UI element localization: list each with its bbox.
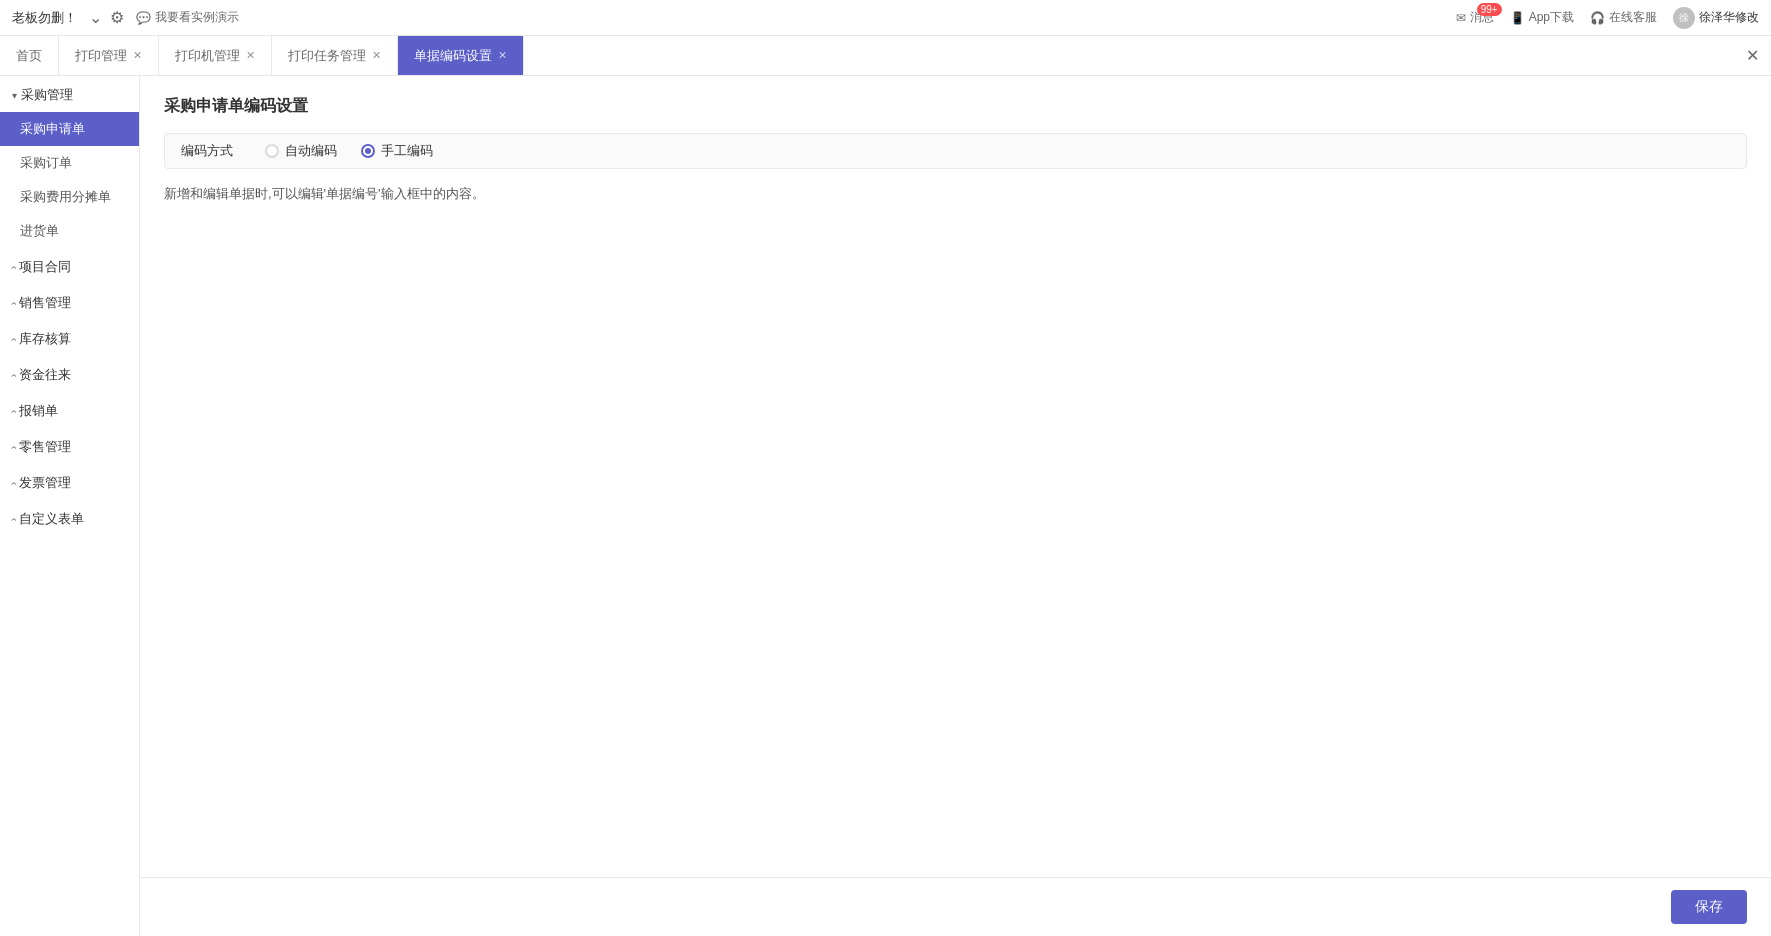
avatar: 徐 — [1673, 7, 1695, 29]
demo-link[interactable]: 💬 我要看实例演示 — [136, 9, 239, 26]
sidebar-group-returns: › 报销单 — [0, 392, 139, 428]
sidebar-group-invoice: › 发票管理 — [0, 464, 139, 500]
sales-arrow-icon: › — [8, 301, 19, 304]
tab-barcode-settings-label: 单据编码设置 — [414, 47, 492, 65]
tab-print-task[interactable]: 打印任务管理 ✕ — [272, 36, 398, 75]
sidebar-group-retail-header[interactable]: › 零售管理 — [0, 428, 139, 464]
tab-print-task-label: 打印任务管理 — [288, 47, 366, 65]
sidebar-group-purchase-label: 采购管理 — [21, 86, 73, 104]
custom-arrow-icon: › — [8, 517, 19, 520]
dropdown-icon[interactable]: ⌄ — [89, 8, 102, 27]
capital-arrow-icon: › — [8, 373, 19, 376]
top-bar-left: 老板勿删！ ⌄ ⚙ 💬 我要看实例演示 — [12, 8, 239, 27]
sidebar-group-project-header[interactable]: › 项目合同 — [0, 248, 139, 284]
user-label: 徐泽华修改 — [1699, 9, 1759, 26]
top-bar: 老板勿删！ ⌄ ⚙ 💬 我要看实例演示 ✉ 消息 99+ 📱 App下载 🎧 在… — [0, 0, 1771, 36]
sidebar-item-stock-in-label: 进货单 — [20, 223, 59, 238]
sidebar-group-retail-label: 零售管理 — [19, 438, 71, 456]
settings-icon[interactable]: ⚙ — [110, 8, 124, 27]
sidebar-item-purchase-expense-label: 采购费用分摊单 — [20, 189, 111, 204]
message-button[interactable]: ✉ 消息 99+ — [1456, 9, 1494, 26]
sidebar-item-purchase-order[interactable]: 采购订单 — [0, 146, 139, 180]
tab-home[interactable]: 首页 — [0, 36, 59, 75]
close-all-tabs-button[interactable]: ✕ — [1734, 46, 1771, 65]
tab-print-task-close[interactable]: ✕ — [372, 49, 381, 62]
sidebar-group-custom: › 自定义表单 — [0, 500, 139, 536]
sidebar-group-custom-label: 自定义表单 — [19, 510, 84, 528]
mobile-icon: 📱 — [1510, 11, 1525, 25]
sidebar-group-returns-header[interactable]: › 报销单 — [0, 392, 139, 428]
app-label: App下载 — [1529, 9, 1574, 26]
sidebar: ▾ 采购管理 采购申请单 采购订单 采购费用分摊单 进货单 › 项目合同 — [0, 76, 140, 936]
sidebar-group-returns-label: 报销单 — [19, 402, 58, 420]
tab-barcode-settings-close[interactable]: ✕ — [498, 49, 507, 62]
sidebar-item-purchase-order-label: 采购订单 — [20, 155, 72, 170]
sidebar-group-sales: › 销售管理 — [0, 284, 139, 320]
encoding-radio-group: 自动编码 手工编码 — [265, 142, 433, 160]
top-bar-right: ✉ 消息 99+ 📱 App下载 🎧 在线客服 徐 徐泽华修改 — [1456, 7, 1759, 29]
sidebar-item-stock-in[interactable]: 进货单 — [0, 214, 139, 248]
sidebar-group-inventory-label: 库存核算 — [19, 330, 71, 348]
sidebar-group-invoice-header[interactable]: › 发票管理 — [0, 464, 139, 500]
sidebar-item-purchase-request-label: 采购申请单 — [20, 121, 85, 136]
page-title: 采购申请单编码设置 — [164, 96, 1747, 117]
headset-icon: 🎧 — [1590, 11, 1605, 25]
content-area: 采购申请单编码设置 编码方式 自动编码 手工编码 新增和编辑单据时,可以编辑'单… — [140, 76, 1771, 877]
sidebar-group-invoice-label: 发票管理 — [19, 474, 71, 492]
online-service-button[interactable]: 🎧 在线客服 — [1590, 9, 1657, 26]
tab-barcode-settings[interactable]: 单据编码设置 ✕ — [398, 36, 524, 75]
purchase-arrow-icon: ▾ — [12, 90, 17, 101]
radio-manual-circle — [361, 144, 375, 158]
project-arrow-icon: › — [8, 265, 19, 268]
encoding-row: 编码方式 自动编码 手工编码 — [164, 133, 1747, 169]
tab-printer-mgmt-label: 打印机管理 — [175, 47, 240, 65]
tab-bar: 首页 打印管理 ✕ 打印机管理 ✕ 打印任务管理 ✕ 单据编码设置 ✕ ✕ — [0, 36, 1771, 76]
sidebar-group-custom-header[interactable]: › 自定义表单 — [0, 500, 139, 536]
hint-text: 新增和编辑单据时,可以编辑'单据编号'输入框中的内容。 — [164, 185, 1747, 203]
demo-icon: 💬 — [136, 11, 151, 25]
tab-printer-mgmt-close[interactable]: ✕ — [246, 49, 255, 62]
sidebar-group-retail: › 零售管理 — [0, 428, 139, 464]
user-menu-button[interactable]: 徐 徐泽华修改 — [1673, 7, 1759, 29]
tab-home-label: 首页 — [16, 47, 42, 65]
tab-print-mgmt-label: 打印管理 — [75, 47, 127, 65]
sidebar-group-sales-label: 销售管理 — [19, 294, 71, 312]
main-content: 采购申请单编码设置 编码方式 自动编码 手工编码 新增和编辑单据时,可以编辑'单… — [140, 76, 1771, 936]
radio-auto-circle — [265, 144, 279, 158]
layout: ▾ 采购管理 采购申请单 采购订单 采购费用分摊单 进货单 › 项目合同 — [0, 76, 1771, 936]
service-label: 在线客服 — [1609, 9, 1657, 26]
message-icon: ✉ — [1456, 11, 1466, 25]
sidebar-group-capital-label: 资金往来 — [19, 366, 71, 384]
sidebar-group-project-label: 项目合同 — [19, 258, 71, 276]
tab-printer-mgmt[interactable]: 打印机管理 ✕ — [159, 36, 272, 75]
encoding-label: 编码方式 — [181, 142, 241, 160]
radio-manual-label: 手工编码 — [381, 142, 433, 160]
sidebar-group-capital: › 资金往来 — [0, 356, 139, 392]
sidebar-item-purchase-expense[interactable]: 采购费用分摊单 — [0, 180, 139, 214]
invoice-arrow-icon: › — [8, 481, 19, 484]
sidebar-group-inventory: › 库存核算 — [0, 320, 139, 356]
footer: 保存 — [140, 877, 1771, 936]
sidebar-group-project: › 项目合同 — [0, 248, 139, 284]
radio-auto-label: 自动编码 — [285, 142, 337, 160]
retail-arrow-icon: › — [8, 445, 19, 448]
top-bar-icons: ⌄ ⚙ — [89, 8, 124, 27]
message-badge: 99+ — [1477, 3, 1502, 16]
radio-manual-encoding[interactable]: 手工编码 — [361, 142, 433, 160]
demo-text: 我要看实例演示 — [155, 9, 239, 26]
tab-print-mgmt[interactable]: 打印管理 ✕ — [59, 36, 159, 75]
sidebar-group-capital-header[interactable]: › 资金往来 — [0, 356, 139, 392]
returns-arrow-icon: › — [8, 409, 19, 412]
sidebar-group-sales-header[interactable]: › 销售管理 — [0, 284, 139, 320]
brand-label: 老板勿删！ — [12, 9, 77, 27]
inventory-arrow-icon: › — [8, 337, 19, 340]
app-download-button[interactable]: 📱 App下载 — [1510, 9, 1574, 26]
sidebar-item-purchase-request[interactable]: 采购申请单 — [0, 112, 139, 146]
sidebar-group-purchase-header[interactable]: ▾ 采购管理 — [0, 76, 139, 112]
save-button[interactable]: 保存 — [1671, 890, 1747, 924]
radio-auto-encoding[interactable]: 自动编码 — [265, 142, 337, 160]
sidebar-group-purchase: ▾ 采购管理 采购申请单 采购订单 采购费用分摊单 进货单 — [0, 76, 139, 248]
tab-print-mgmt-close[interactable]: ✕ — [133, 49, 142, 62]
sidebar-group-inventory-header[interactable]: › 库存核算 — [0, 320, 139, 356]
